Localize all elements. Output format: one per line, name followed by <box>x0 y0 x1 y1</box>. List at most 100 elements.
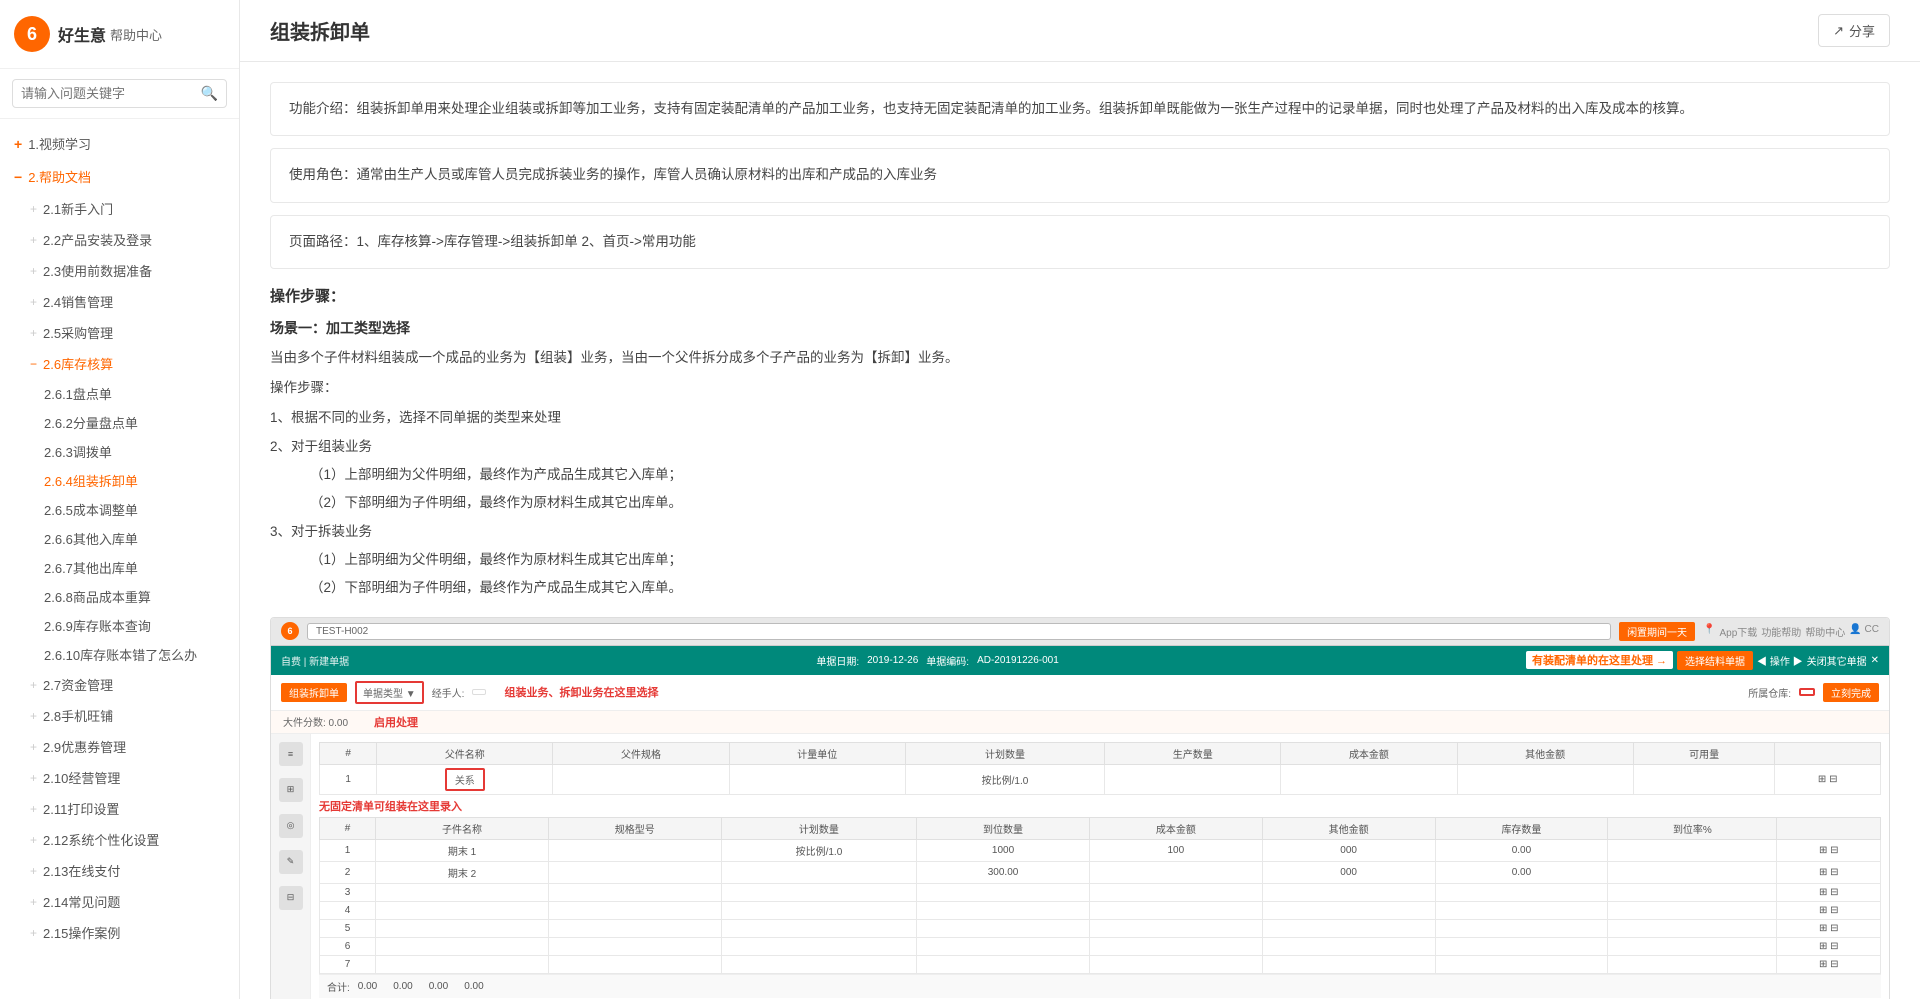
mock-no-bom-annotation: 无固定清单可组装在这里录入 <box>319 795 1881 817</box>
mock-bottom-totals: 合计: 0.00 0.00 0.00 0.00 <box>319 974 1881 998</box>
app-logo: 6 <box>14 16 50 52</box>
cell-no: 1 <box>320 764 377 794</box>
sidebar-item-payment[interactable]: + 2.13在线支付 <box>0 855 239 886</box>
sidebar-item-video[interactable]: + 1.视频学习 <box>0 127 239 160</box>
operation-steps-title: 操作步骤： <box>270 285 1890 306</box>
cell-action[interactable]: ⊞ ⊟ <box>1775 764 1881 794</box>
mock-icon3: 功能帮助 <box>1761 624 1801 639</box>
path-text: 页面路径：1、库存核算->库存管理->组装拆卸单 2、首页->常用功能 <box>289 234 696 249</box>
search-icon[interactable]: 🔍 <box>201 85 218 102</box>
expand-sub-icon: + <box>30 864 37 878</box>
mock-table-content: # 父件名称 父件规格 计量单位 计划数量 生产数量 成本金额 其他金额 可用量 <box>311 734 1889 999</box>
search-input[interactable] <box>21 86 201 101</box>
mock-operator-field[interactable] <box>472 689 486 695</box>
sidebar-item-partial-stocktake[interactable]: 2.6.2分量盘点单 <box>0 408 239 437</box>
sub-col-other-amt: 其他金额 <box>1262 817 1435 839</box>
mock-icon1: 📍 <box>1703 624 1715 639</box>
share-button[interactable]: ↗ 分享 <box>1818 14 1890 47</box>
sidebar-item-inventory[interactable]: − 2.6库存核算 <box>0 348 239 379</box>
expand-sub-icon: + <box>30 295 37 309</box>
sidebar-item-finance[interactable]: + 2.7资金管理 <box>0 669 239 700</box>
sidebar-item-cost-recalc[interactable]: 2.6.8商品成本重算 <box>0 582 239 611</box>
sidebar-item-docs[interactable]: − 2.帮助文档 <box>0 160 239 193</box>
sidebar-item-transfer[interactable]: 2.6.3调拨单 <box>0 437 239 466</box>
col-parent-spec: 父件规格 <box>553 742 729 764</box>
sidebar-item-purchase[interactable]: + 2.5采购管理 <box>0 317 239 348</box>
nav-section-docs: − 2.帮助文档 + 2.1新手入门 + 2.2产品安装及登录 + 2.3使用前… <box>0 160 239 948</box>
role-text: 使用角色：通常由生产人员或库管人员完成拆装业务的操作，库管人员确认原材料的出库和… <box>289 167 937 182</box>
col-ops <box>1775 742 1881 764</box>
step-2: 2、对于组装业务 <box>270 435 1890 459</box>
mock-warehouse-field[interactable] <box>1799 688 1815 696</box>
sidebar-item-faq[interactable]: + 2.14常见问题 <box>0 886 239 917</box>
mock-nav-icon2[interactable]: ⊞ <box>279 778 303 802</box>
step-3: 3、对于拆装业务 <box>270 520 1890 544</box>
topbar: 组装拆卸单 ↗ 分享 <box>240 0 1920 62</box>
sidebar-item-install[interactable]: + 2.2产品安装及登录 <box>0 224 239 255</box>
expand-sub-icon: + <box>30 202 37 216</box>
sidebar-item-other-outbound[interactable]: 2.6.7其他出库单 <box>0 553 239 582</box>
col-plan-qty: 计划数量 <box>905 742 1104 764</box>
mock-confirm: 立刻完成 <box>1823 683 1879 702</box>
col-other-amt: 其他金额 <box>1457 742 1633 764</box>
sidebar-item-mobile[interactable]: + 2.8手机旺铺 <box>0 700 239 731</box>
mock-no-value: AD-20191226-001 <box>977 655 1059 666</box>
sidebar-item-sales[interactable]: + 2.4销售管理 <box>0 286 239 317</box>
expand-sub-icon: + <box>30 678 37 692</box>
expand-sub-icon: + <box>30 802 37 816</box>
sidebar-item-ledger-error[interactable]: 2.6.10库存账本错了怎么办 <box>0 640 239 669</box>
sidebar-item-coupon[interactable]: + 2.9优惠券管理 <box>0 731 239 762</box>
mock-icon4: 帮助中心 <box>1805 624 1845 639</box>
sidebar-item-assembly[interactable]: 2.6.4组装拆卸单 <box>0 466 239 495</box>
col-unit: 计量单位 <box>729 742 905 764</box>
sidebar-item-other-inbound[interactable]: 2.6.6其他入库单 <box>0 524 239 553</box>
sidebar-item-ops[interactable]: + 2.10经营管理 <box>0 762 239 793</box>
expand-sub-icon: + <box>30 926 37 940</box>
mock-main-area: ≡ ⊞ ◎ ✎ ⊟ # 父件名称 <box>271 734 1889 999</box>
mock-nav-icon1[interactable]: ≡ <box>279 742 303 766</box>
share-label: 分享 <box>1849 21 1875 40</box>
step-2-2: （2）下部明细为子件明细，最终作为原材料生成其它出库单。 <box>270 491 1890 515</box>
mock-nav-icon3[interactable]: ◎ <box>279 814 303 838</box>
sub-items: + 2.1新手入门 + 2.2产品安装及登录 + 2.3使用前数据准备 + 2.… <box>0 193 239 948</box>
expand-sub-icon: + <box>30 740 37 754</box>
mock-left-nav: ≡ ⊞ ◎ ✎ ⊟ <box>271 734 311 999</box>
mock-ops-label: ◀ 操作 ▶ <box>1757 653 1803 668</box>
mock-type-dropdown[interactable]: 单据类型 ▼ <box>355 681 424 704</box>
mock-parent-table: # 父件名称 父件规格 计量单位 计划数量 生产数量 成本金额 其他金额 可用量 <box>319 742 1881 795</box>
annotation-has-bom: 有装配清单的在这里处理 → <box>1526 651 1673 669</box>
step-1: 1、根据不同的业务，选择不同单据的类型来处理 <box>270 406 1890 430</box>
sidebar-item-stocktake[interactable]: 2.6.1盘点单 <box>0 379 239 408</box>
sidebar-item-newbie[interactable]: + 2.1新手入门 <box>0 193 239 224</box>
sidebar-item-cost-adjust[interactable]: 2.6.5成本调整单 <box>0 495 239 524</box>
mock-top-icons: 📍 App下载 功能帮助 帮助中心 👤 CC <box>1703 624 1879 639</box>
mock-nav-icon4[interactable]: ✎ <box>279 850 303 874</box>
search-box[interactable]: 🔍 <box>12 79 227 108</box>
sidebar-item-stock-ledger[interactable]: 2.6.9库存账本查询 <box>0 611 239 640</box>
table-row: 6⊞ ⊟ <box>320 937 1881 955</box>
sidebar-item-print[interactable]: + 2.11打印设置 <box>0 793 239 824</box>
mock-operator: 经手人: <box>432 685 465 700</box>
scenario1-desc: 当由多个子件材料组装成一个成品的业务为【组装】业务，当由一个父件拆分成多个子产品… <box>270 346 1890 370</box>
mock-annotations-row1: 组装业务、拆卸业务在这里选择 <box>504 684 658 700</box>
mock-app: 6 TEST-H002 闲置期间一天 📍 App下载 功能帮助 帮助中心 👤 C… <box>271 618 1889 999</box>
mock-icon5: 👤 CC <box>1849 624 1879 639</box>
mock-select-bom: 选择结料单据 <box>1677 651 1753 670</box>
sidebar-item-cases[interactable]: + 2.15操作案例 <box>0 917 239 948</box>
bottom-val1: 0.00 <box>358 981 377 992</box>
col-no: # <box>320 742 377 764</box>
step-2-1: （1）上部明细为父件明细，最终作为产成品生成其它入库单； <box>270 463 1890 487</box>
mock-nav-icon5[interactable]: ⊟ <box>279 886 303 910</box>
annotation-no-bom: 无固定清单可组装在这里录入 <box>319 798 462 814</box>
content-area: 功能介绍：组装拆卸单用来处理企业组装或拆卸等加工业务，支持有固定装配清单的产品加… <box>240 62 1920 999</box>
expand-sub-icon: + <box>30 709 37 723</box>
nav-list: + 1.视频学习 − 2.帮助文档 + 2.1新手入门 + 2.2产品安装及登录 <box>0 119 239 999</box>
sidebar-item-prep[interactable]: + 2.3使用前数据准备 <box>0 255 239 286</box>
mock-x: ✕ <box>1871 655 1879 666</box>
mock-close: 关闭其它单据 <box>1807 653 1867 668</box>
main-area: 组装拆卸单 ↗ 分享 功能介绍：组装拆卸单用来处理企业组装或拆卸等加工业务，支持… <box>240 0 1920 999</box>
sub-col-cost-amt: 成本金额 <box>1089 817 1262 839</box>
sub-col-plan-qty: 计划数量 <box>721 817 916 839</box>
sidebar-item-personalize[interactable]: + 2.12系统个性化设置 <box>0 824 239 855</box>
table-row: 1 关系 按比例/1.0 ⊞ ⊟ <box>320 764 1881 794</box>
